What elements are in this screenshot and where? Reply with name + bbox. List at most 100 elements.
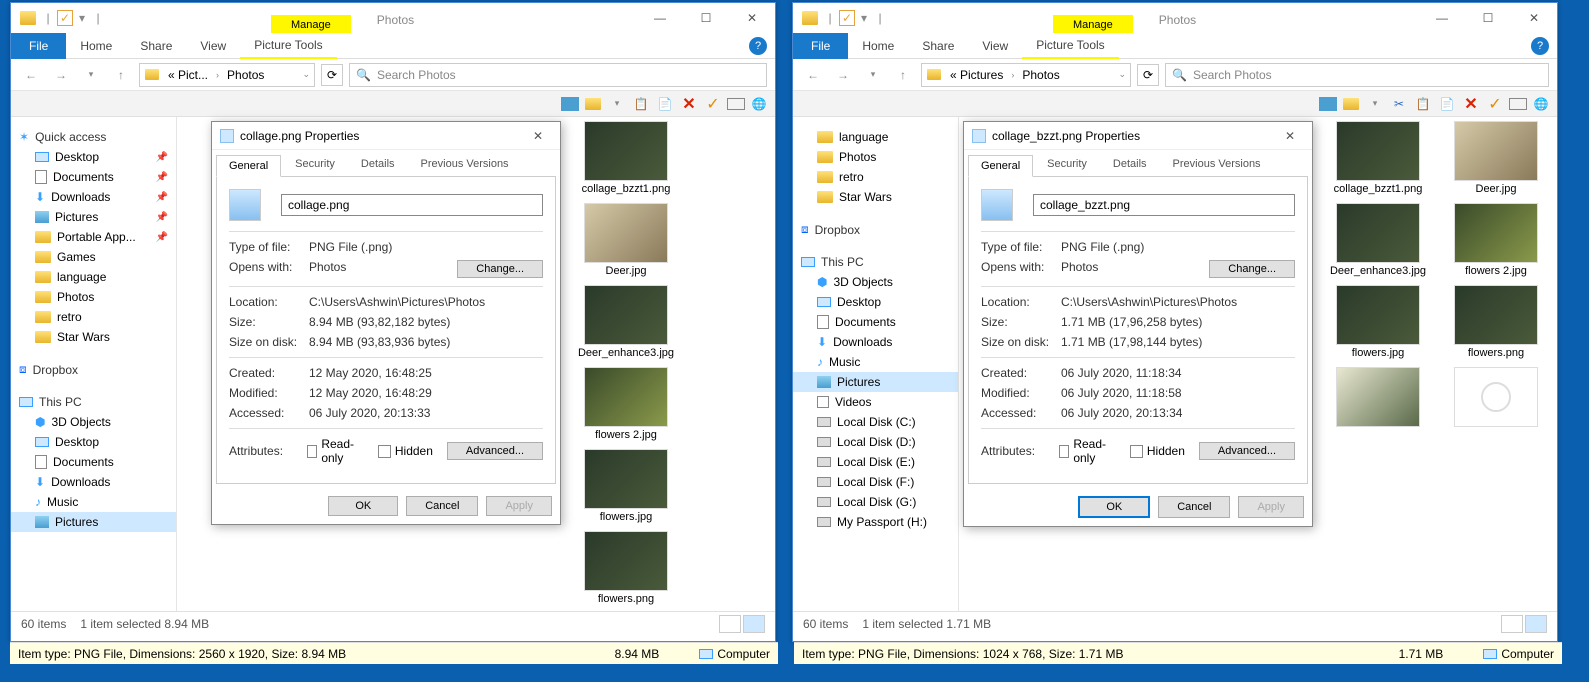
check-icon[interactable]: ✓: [1485, 94, 1505, 114]
nav-item-pictures[interactable]: Pictures📌: [11, 207, 176, 227]
icons-view-button[interactable]: [743, 615, 765, 633]
ribbon-tab-share[interactable]: Share: [908, 34, 968, 58]
filename-input[interactable]: [281, 194, 543, 216]
search-input[interactable]: 🔍 Search Photos: [1165, 63, 1549, 87]
nav-item-pictures2[interactable]: Pictures: [11, 512, 176, 532]
refresh-button[interactable]: ⟳: [1137, 64, 1159, 86]
nav-item-desktop[interactable]: Desktop📌: [11, 147, 176, 167]
check-icon[interactable]: ✓: [703, 94, 723, 114]
change-button[interactable]: Change...: [1209, 260, 1295, 278]
nav-item-disk-e[interactable]: Local Disk (E:): [793, 452, 958, 472]
ok-button[interactable]: OK: [328, 496, 398, 516]
nav-item-language[interactable]: language: [11, 267, 176, 287]
file-item[interactable]: Deer_enhance3.jpg: [571, 285, 681, 359]
cancel-button[interactable]: Cancel: [406, 496, 478, 516]
nav-item-music[interactable]: ♪Music: [11, 492, 176, 512]
tab-details[interactable]: Details: [1101, 154, 1159, 176]
ribbon-tab-view[interactable]: View: [968, 34, 1022, 58]
filename-input[interactable]: [1033, 194, 1295, 216]
breadcrumb-current[interactable]: Photos: [223, 68, 268, 82]
ribbon-tab-share[interactable]: Share: [126, 34, 186, 58]
dropdown-icon[interactable]: ▾: [1365, 94, 1385, 114]
address-bar[interactable]: « Pictures › Photos ⌄: [921, 63, 1131, 87]
nav-item-passport[interactable]: My Passport (H:): [793, 512, 958, 532]
nav-item-disk-f[interactable]: Local Disk (F:): [793, 472, 958, 492]
contextual-tab-manage[interactable]: Manage: [271, 15, 351, 33]
tab-general[interactable]: General: [968, 155, 1033, 177]
tab-details[interactable]: Details: [349, 154, 407, 176]
this-pc-header[interactable]: This PC: [793, 252, 958, 272]
nav-item-3d[interactable]: ⬢3D Objects: [11, 412, 176, 432]
tab-previous-versions[interactable]: Previous Versions: [1161, 154, 1273, 176]
copy-icon[interactable]: 📋: [1413, 94, 1433, 114]
nav-item-retro[interactable]: retro: [11, 307, 176, 327]
chevron-down-icon[interactable]: ⌄: [302, 69, 310, 80]
contextual-tab-manage[interactable]: Manage: [1053, 15, 1133, 33]
hidden-checkbox[interactable]: Hidden: [1130, 444, 1185, 458]
nav-item-photos[interactable]: Photos: [793, 147, 958, 167]
rename-icon[interactable]: [1509, 98, 1527, 110]
tab-security[interactable]: Security: [1035, 154, 1099, 176]
file-item[interactable]: [1441, 367, 1551, 429]
close-button[interactable]: ✕: [524, 126, 552, 146]
nav-item-videos[interactable]: Videos: [793, 392, 958, 412]
ribbon-tab-picture-tools[interactable]: Picture Tools: [1022, 33, 1118, 59]
dropdown-icon[interactable]: ▾: [75, 7, 89, 29]
tab-security[interactable]: Security: [283, 154, 347, 176]
details-view-button[interactable]: [719, 615, 741, 633]
nav-item-disk-c[interactable]: Local Disk (C:): [793, 412, 958, 432]
dialog-titlebar[interactable]: collage_bzzt.png Properties ✕: [964, 122, 1312, 150]
nav-item-documents[interactable]: Documents: [793, 312, 958, 332]
nav-item-portable[interactable]: Portable App...📌: [11, 227, 176, 247]
ribbon-tab-picture-tools[interactable]: Picture Tools: [240, 33, 336, 59]
up-button[interactable]: ↑: [109, 63, 133, 87]
nav-item-desktop[interactable]: Desktop: [793, 292, 958, 312]
chevron-down-icon[interactable]: ⌄: [1118, 69, 1126, 80]
titlebar[interactable]: | ✓ ▾ | Manage Photos — ☐ ✕: [11, 3, 775, 33]
file-item[interactable]: flowers.png: [571, 531, 681, 605]
file-item[interactable]: collage_bzzt1.png: [1323, 121, 1433, 195]
file-item[interactable]: flowers 2.jpg: [571, 367, 681, 441]
paste-icon[interactable]: 📄: [655, 94, 675, 114]
back-button[interactable]: ←: [801, 63, 825, 87]
close-button[interactable]: ✕: [1511, 4, 1557, 32]
dropbox-header[interactable]: ⧈Dropbox: [11, 359, 176, 380]
icons-view-button[interactable]: [1525, 615, 1547, 633]
nav-item-documents[interactable]: Documents📌: [11, 167, 176, 187]
close-button[interactable]: ✕: [729, 4, 775, 32]
nav-item-disk-g[interactable]: Local Disk (G:): [793, 492, 958, 512]
file-item[interactable]: Deer_enhance3.jpg: [1323, 203, 1433, 277]
nav-item-downloads2[interactable]: ⬇Downloads: [11, 472, 176, 492]
search-input[interactable]: 🔍 Search Photos: [349, 63, 767, 87]
tab-general[interactable]: General: [216, 155, 281, 177]
nav-item-language[interactable]: language: [793, 127, 958, 147]
address-bar[interactable]: « Pict... › Photos ⌄: [139, 63, 315, 87]
cut-icon[interactable]: ✂: [1389, 94, 1409, 114]
up-button[interactable]: ↑: [891, 63, 915, 87]
nav-item-photos[interactable]: Photos: [11, 287, 176, 307]
dropbox-header[interactable]: ⧈Dropbox: [793, 219, 958, 240]
recent-dropdown[interactable]: ▾: [861, 63, 885, 87]
ribbon-tab-home[interactable]: Home: [848, 34, 908, 58]
globe-icon[interactable]: 🌐: [749, 94, 769, 114]
back-button[interactable]: ←: [19, 63, 43, 87]
change-button[interactable]: Change...: [457, 260, 543, 278]
thumbnail-view-icon[interactable]: [561, 97, 579, 111]
file-item[interactable]: Deer.jpg: [571, 203, 681, 277]
dropdown-icon[interactable]: ▾: [857, 7, 871, 29]
file-item[interactable]: collage_bzzt1.png: [571, 121, 681, 195]
delete-icon[interactable]: ✕: [1461, 94, 1481, 114]
nav-item-downloads[interactable]: ⬇Downloads📌: [11, 187, 176, 207]
file-item[interactable]: flowers.jpg: [571, 449, 681, 523]
thumbnail-view-icon[interactable]: [1319, 97, 1337, 111]
preview-pane-icon[interactable]: [1341, 94, 1361, 114]
readonly-checkbox[interactable]: Read-only: [1059, 437, 1116, 465]
readonly-checkbox[interactable]: Read-only: [307, 437, 364, 465]
close-button[interactable]: ✕: [1276, 126, 1304, 146]
breadcrumb-parent[interactable]: « Pictures: [946, 68, 1007, 82]
globe-icon[interactable]: 🌐: [1531, 94, 1551, 114]
dialog-titlebar[interactable]: collage.png Properties ✕: [212, 122, 560, 150]
maximize-button[interactable]: ☐: [683, 4, 729, 32]
this-pc-header[interactable]: This PC: [11, 392, 176, 412]
ribbon-tab-view[interactable]: View: [186, 34, 240, 58]
